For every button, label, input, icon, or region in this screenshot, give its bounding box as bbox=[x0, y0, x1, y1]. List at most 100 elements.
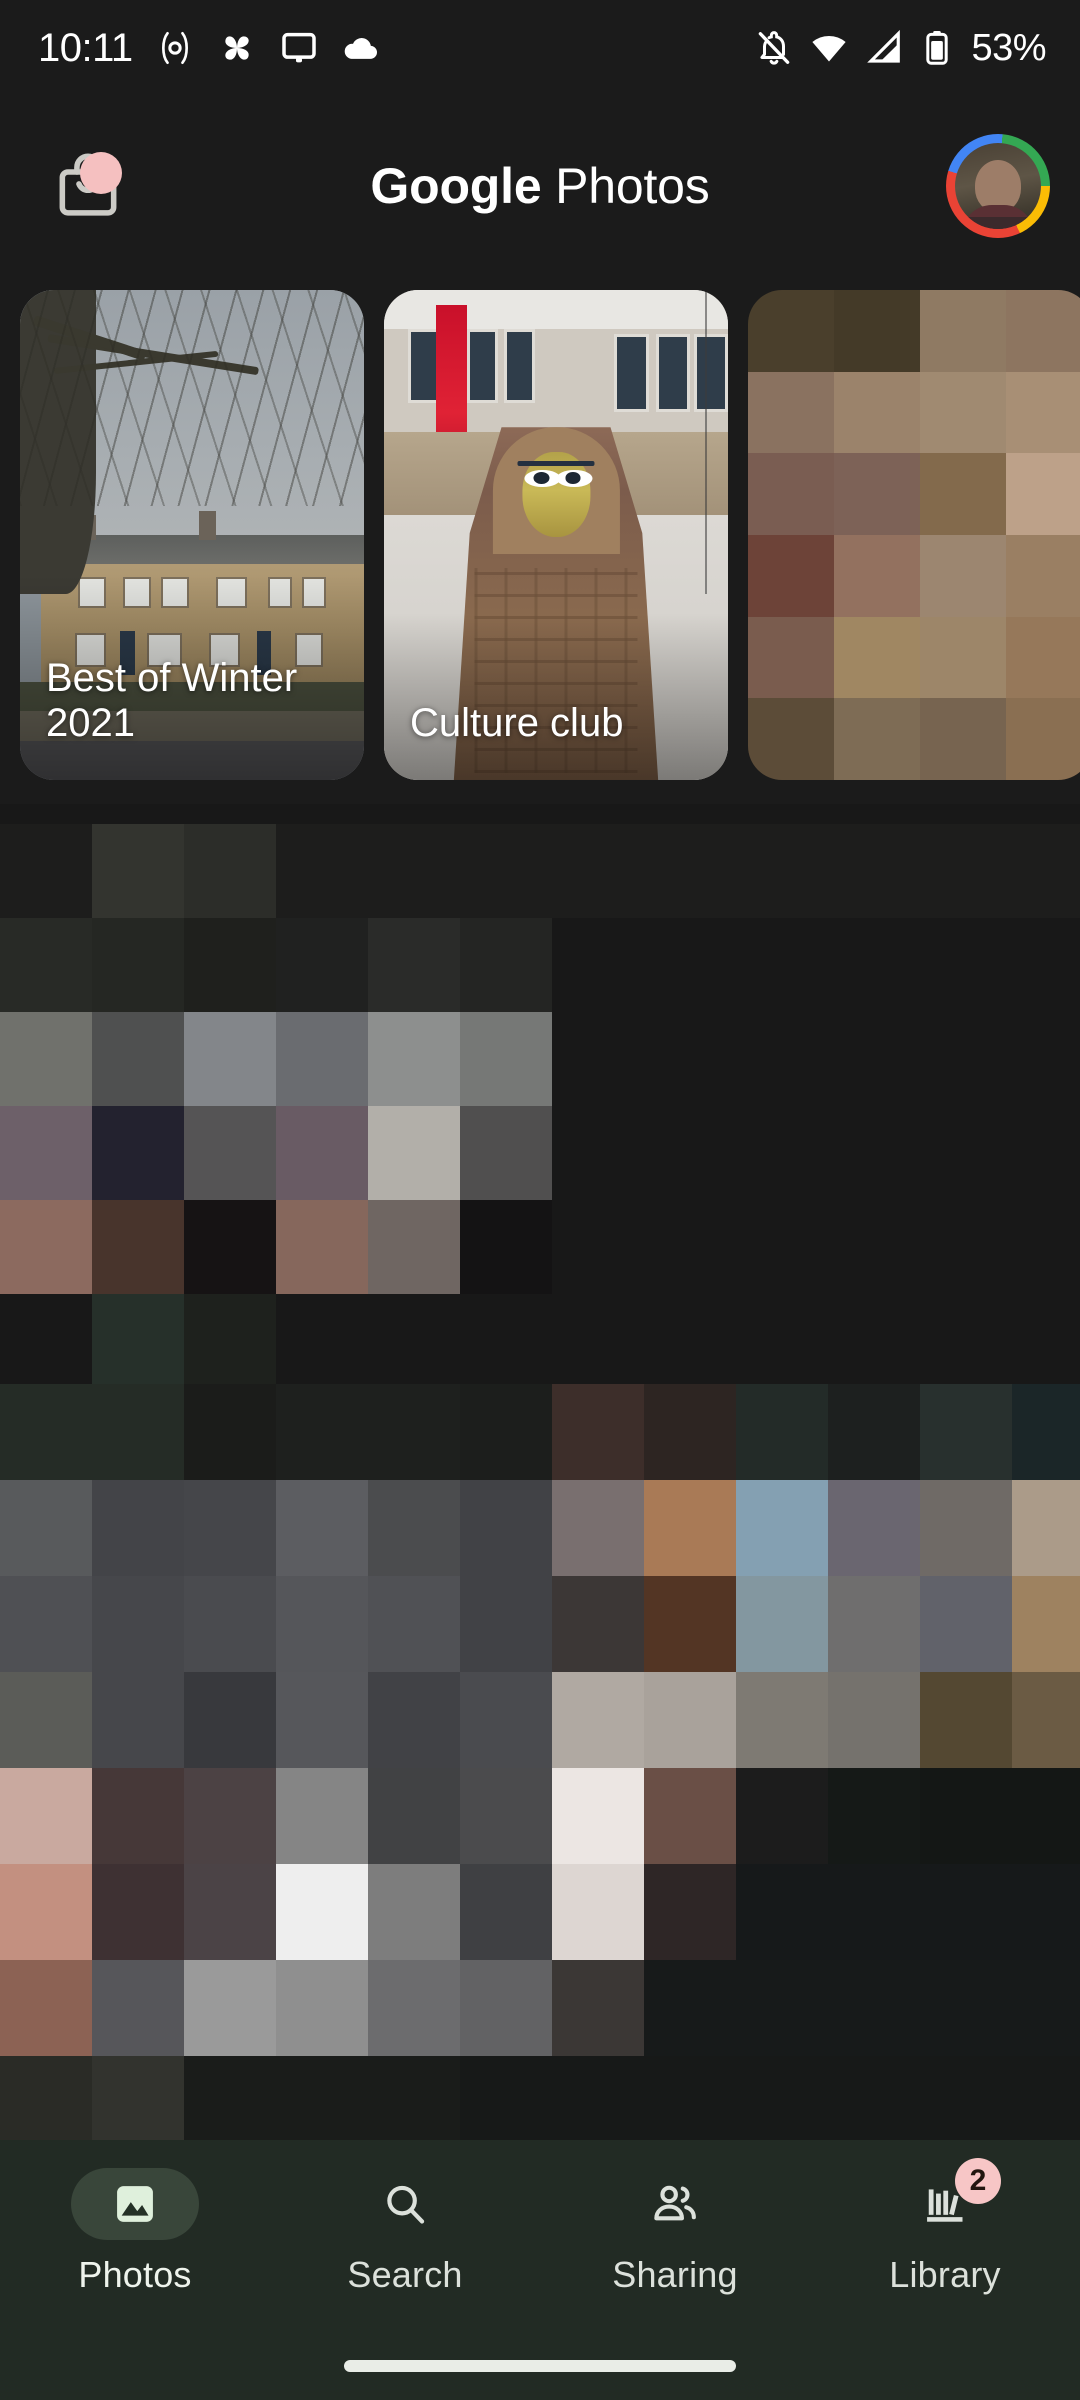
photo-grid-tile[interactable] bbox=[92, 1576, 184, 1672]
photo-grid-tile[interactable] bbox=[0, 1960, 92, 2056]
photo-grid-tile[interactable] bbox=[368, 1864, 460, 1960]
photo-grid-tile[interactable] bbox=[644, 1576, 736, 1672]
photo-grid-tile[interactable] bbox=[276, 918, 368, 1012]
photo-grid-tile[interactable] bbox=[92, 1672, 184, 1768]
photo-grid-tile[interactable] bbox=[460, 1200, 552, 1294]
photo-grid-tile[interactable] bbox=[1012, 1480, 1080, 1576]
photo-grid-tile[interactable] bbox=[736, 1672, 828, 1768]
photo-grid-tile[interactable] bbox=[92, 2056, 184, 2140]
photo-grid-tile[interactable] bbox=[368, 1672, 460, 1768]
photo-grid-tile[interactable] bbox=[644, 1672, 736, 1768]
gesture-navigation-pill[interactable] bbox=[344, 2360, 736, 2372]
photo-grid-tile[interactable] bbox=[184, 1384, 276, 1480]
photo-grid-tile[interactable] bbox=[0, 2056, 92, 2140]
photo-grid-tile[interactable] bbox=[0, 1768, 92, 1864]
photo-grid-tile[interactable] bbox=[736, 1384, 828, 1480]
photo-grid-tile[interactable] bbox=[552, 1960, 644, 2056]
photo-grid-tile[interactable] bbox=[644, 1864, 736, 1960]
photo-grid-tile[interactable] bbox=[460, 1768, 552, 1864]
photo-grid-tile[interactable] bbox=[184, 1200, 276, 1294]
photo-grid-tile[interactable] bbox=[368, 1200, 460, 1294]
photo-grid-tile[interactable] bbox=[276, 1384, 460, 1480]
photo-grid[interactable] bbox=[0, 804, 1080, 2140]
photo-grid-tile[interactable] bbox=[460, 1012, 552, 1106]
photo-grid-tile[interactable] bbox=[460, 1864, 552, 1960]
photo-grid-tile[interactable] bbox=[184, 824, 276, 918]
photo-grid-tile[interactable] bbox=[368, 1768, 460, 1864]
photo-grid-tile[interactable] bbox=[828, 1576, 920, 1672]
photo-grid-tile[interactable] bbox=[92, 1768, 184, 1864]
photo-grid-tile[interactable] bbox=[0, 1672, 92, 1768]
photo-grid-tile[interactable] bbox=[920, 1480, 1012, 1576]
photo-grid-tile[interactable] bbox=[368, 918, 460, 1012]
photo-grid-tile[interactable] bbox=[0, 1012, 92, 1106]
photo-grid-tile[interactable] bbox=[552, 1576, 644, 1672]
photo-grid-tile[interactable] bbox=[0, 1106, 92, 1200]
photo-grid-tile[interactable] bbox=[552, 1672, 644, 1768]
photo-grid-tile[interactable] bbox=[276, 1864, 368, 1960]
photo-grid-tile[interactable] bbox=[184, 1480, 276, 1576]
photo-grid-tile[interactable] bbox=[552, 1480, 644, 1576]
photo-grid-tile[interactable] bbox=[460, 1106, 552, 1200]
photo-grid-tile[interactable] bbox=[184, 1672, 276, 1768]
photo-grid-tile[interactable] bbox=[460, 1480, 552, 1576]
photo-grid-tile[interactable] bbox=[92, 824, 184, 918]
photo-grid-tile[interactable] bbox=[184, 1576, 276, 1672]
photo-grid-tile[interactable] bbox=[92, 1294, 184, 1388]
photo-grid-tile[interactable] bbox=[736, 1864, 1080, 1960]
photo-grid-tile[interactable] bbox=[1012, 1384, 1080, 1480]
photo-grid-tile[interactable] bbox=[276, 1012, 368, 1106]
photo-grid-tile[interactable] bbox=[736, 1768, 828, 1864]
photo-grid-tile[interactable] bbox=[184, 1106, 276, 1200]
photo-grid-tile[interactable] bbox=[92, 1012, 184, 1106]
photo-grid-tile[interactable] bbox=[0, 1384, 184, 1480]
photo-grid-tile[interactable] bbox=[368, 1106, 460, 1200]
photo-grid-tile[interactable] bbox=[1012, 1576, 1080, 1672]
photo-grid-tile[interactable] bbox=[368, 1012, 460, 1106]
photo-grid-tile[interactable] bbox=[368, 1960, 460, 2056]
photo-grid-tile[interactable] bbox=[184, 1012, 276, 1106]
photo-grid-tile[interactable] bbox=[828, 1384, 920, 1480]
photo-grid-tile[interactable] bbox=[276, 1200, 368, 1294]
photo-grid-tile[interactable] bbox=[644, 1480, 736, 1576]
photo-grid-tile[interactable] bbox=[736, 1480, 828, 1576]
photo-grid-tile[interactable] bbox=[460, 918, 552, 1012]
photo-grid-tile[interactable] bbox=[644, 1960, 1080, 2056]
photo-grid-tile[interactable] bbox=[460, 1672, 552, 1768]
photo-grid-tile[interactable] bbox=[828, 1672, 920, 1768]
photo-grid-tile[interactable] bbox=[460, 1960, 552, 2056]
photo-grid-tile[interactable] bbox=[368, 1480, 460, 1576]
memories-carousel[interactable]: Best of Winter 2021 Culture club bbox=[0, 276, 1080, 804]
nav-item-photos[interactable]: Photos bbox=[0, 2168, 270, 2296]
photo-grid-tile[interactable] bbox=[920, 1576, 1012, 1672]
photo-grid-tile[interactable] bbox=[828, 1480, 920, 1576]
photo-grid-tile[interactable] bbox=[276, 1768, 368, 1864]
photo-grid-tile[interactable] bbox=[184, 1294, 276, 1388]
photo-grid-tile[interactable] bbox=[368, 1576, 460, 1672]
photo-grid-tile[interactable] bbox=[0, 1200, 92, 1294]
photo-grid-tile[interactable] bbox=[276, 1960, 368, 2056]
photo-grid-tile[interactable] bbox=[92, 918, 184, 1012]
photo-grid-tile[interactable] bbox=[552, 1768, 644, 1864]
photo-grid-tile[interactable] bbox=[920, 1672, 1012, 1768]
photo-grid-tile[interactable] bbox=[644, 1768, 736, 1864]
photo-grid-tile[interactable] bbox=[552, 1864, 644, 1960]
photo-grid-tile[interactable] bbox=[184, 1768, 276, 1864]
photo-grid-tile[interactable] bbox=[92, 1480, 184, 1576]
photo-grid-tile[interactable] bbox=[276, 1480, 368, 1576]
photo-grid-tile[interactable] bbox=[184, 2056, 460, 2140]
photo-grid-tile[interactable] bbox=[0, 1864, 92, 1960]
photo-grid-tile[interactable] bbox=[460, 2056, 1080, 2140]
photo-grid-tile[interactable] bbox=[92, 1106, 184, 1200]
photo-grid-tile[interactable] bbox=[552, 1384, 644, 1480]
photo-grid-tile[interactable] bbox=[92, 1200, 184, 1294]
photo-grid-tile[interactable] bbox=[184, 1960, 276, 2056]
photo-grid-tile[interactable] bbox=[0, 1480, 92, 1576]
photo-grid-tile[interactable] bbox=[0, 918, 92, 1012]
photo-grid-tile[interactable] bbox=[828, 1768, 920, 1864]
photo-grid-tile[interactable] bbox=[460, 1384, 552, 1480]
photo-grid-tile[interactable] bbox=[184, 1864, 276, 1960]
photo-grid-tile[interactable] bbox=[276, 1672, 368, 1768]
nav-item-search[interactable]: Search bbox=[270, 2168, 540, 2296]
photo-grid-tile[interactable] bbox=[644, 1384, 736, 1480]
